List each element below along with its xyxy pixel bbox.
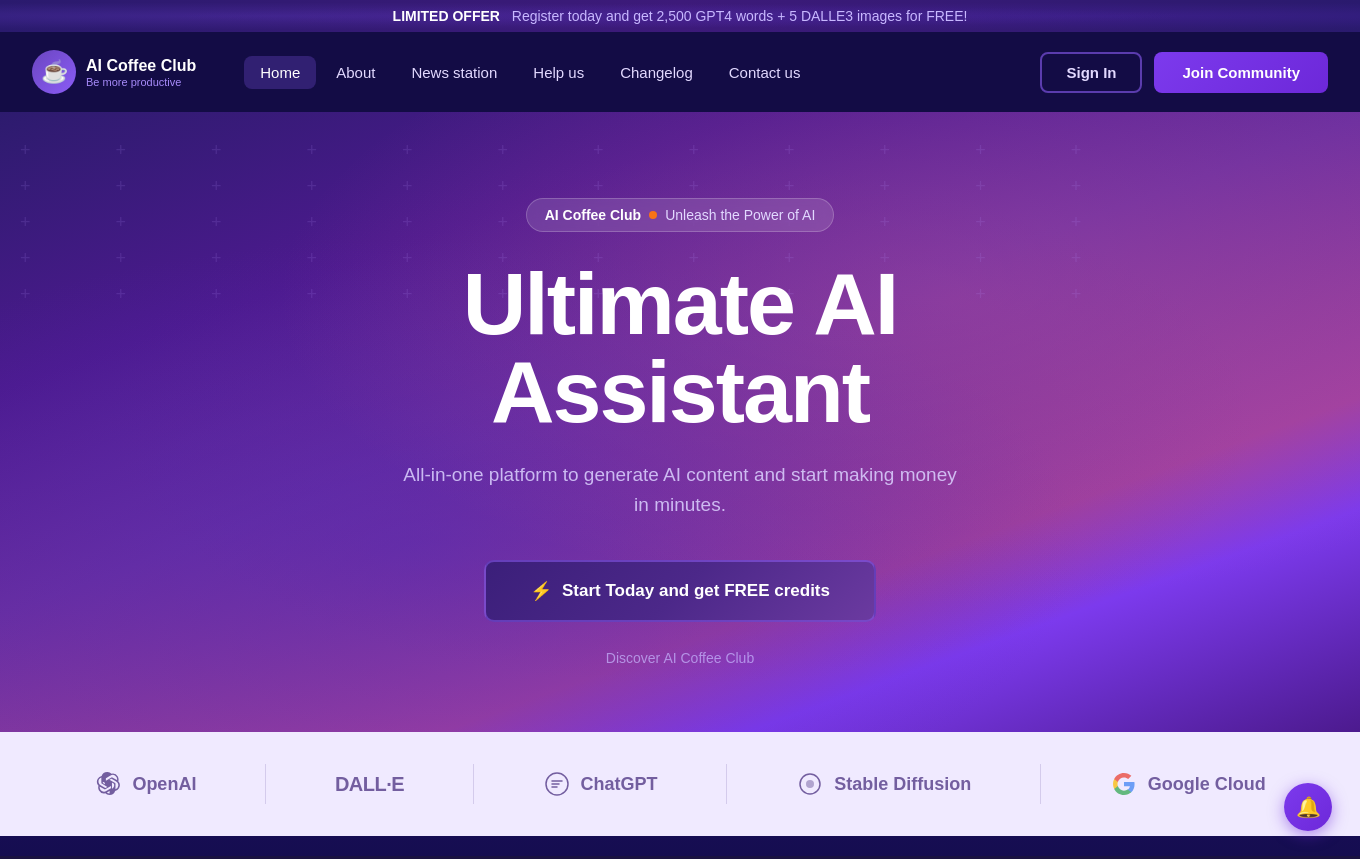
signin-button[interactable]: Sign In — [1040, 52, 1142, 93]
brand-divider-4 — [1040, 764, 1041, 804]
brand-chatgpt: ChatGPT — [543, 770, 658, 798]
nav-links: Home About News station Help us Changelo… — [244, 56, 1040, 89]
nav-news[interactable]: News station — [395, 56, 513, 89]
svg-point-2 — [806, 780, 814, 788]
brand-divider-3 — [726, 764, 727, 804]
discover-link[interactable]: Discover AI Coffee Club — [606, 650, 754, 666]
chatgpt-label: ChatGPT — [581, 774, 658, 795]
banner-highlight: LIMITED OFFER — [393, 8, 500, 24]
dalle-label: DALL·E — [335, 773, 404, 796]
stable-icon — [796, 770, 824, 798]
nav-help[interactable]: Help us — [517, 56, 600, 89]
openai-label: OpenAI — [132, 774, 196, 795]
nav-actions: Sign In Join Community — [1040, 52, 1328, 93]
hero-badge-brand: AI Coffee Club — [545, 207, 641, 223]
logo-icon: ☕ — [32, 50, 76, 94]
hero-section: AI Coffee Club Unleash the Power of AI U… — [0, 112, 1360, 732]
logo-link[interactable]: ☕ AI Coffee Club Be more productive — [32, 50, 196, 94]
hero-title-line1: Ultimate AI — [463, 254, 897, 353]
logo-text-block: AI Coffee Club Be more productive — [86, 56, 196, 87]
brand-divider-2 — [473, 764, 474, 804]
brands-container: OpenAI DALL·E ChatGPT — [0, 732, 1360, 836]
brand-divider-1 — [265, 764, 266, 804]
hero-subtitle: All-in-one platform to generate AI conte… — [400, 460, 960, 521]
banner-content: LIMITED OFFER Register today and get 2,5… — [16, 8, 1344, 24]
cta-button[interactable]: ⚡ Start Today and get FREE credits — [484, 560, 876, 622]
google-icon — [1110, 770, 1138, 798]
hero-content: AI Coffee Club Unleash the Power of AI U… — [400, 198, 960, 667]
cta-icon: ⚡ — [530, 580, 552, 602]
nav-changelog[interactable]: Changelog — [604, 56, 709, 89]
hero-badge: AI Coffee Club Unleash the Power of AI — [526, 198, 835, 232]
notification-icon: 🔔 — [1296, 795, 1321, 819]
hero-badge-dot — [649, 211, 657, 219]
join-button[interactable]: Join Community — [1154, 52, 1328, 93]
hero-title-line2: Assistant — [491, 342, 869, 441]
brand-openai: OpenAI — [94, 770, 196, 798]
nav-contact[interactable]: Contact us — [713, 56, 817, 89]
logo-emoji: ☕ — [41, 59, 68, 85]
openai-icon — [94, 770, 122, 798]
notification-button[interactable]: 🔔 — [1284, 783, 1332, 831]
chatgpt-icon — [543, 770, 571, 798]
hero-title: Ultimate AI Assistant — [463, 260, 897, 436]
top-banner: LIMITED OFFER Register today and get 2,5… — [0, 0, 1360, 32]
brand-google: Google Cloud — [1110, 770, 1266, 798]
brand-stable: Stable Diffusion — [796, 770, 971, 798]
navbar: ☕ AI Coffee Club Be more productive Home… — [0, 32, 1360, 112]
hero-badge-tagline: Unleash the Power of AI — [665, 207, 815, 223]
logo-main-text: AI Coffee Club — [86, 56, 196, 75]
nav-about[interactable]: About — [320, 56, 391, 89]
cta-label: Start Today and get FREE credits — [562, 581, 830, 601]
brands-section: OpenAI DALL·E ChatGPT — [0, 732, 1360, 856]
nav-home[interactable]: Home — [244, 56, 316, 89]
logo-sub-text: Be more productive — [86, 76, 196, 88]
google-label: Google Cloud — [1148, 774, 1266, 795]
brand-dalle: DALL·E — [335, 773, 404, 796]
stable-label: Stable Diffusion — [834, 774, 971, 795]
banner-text: Register today and get 2,500 GPT4 words … — [512, 8, 968, 24]
